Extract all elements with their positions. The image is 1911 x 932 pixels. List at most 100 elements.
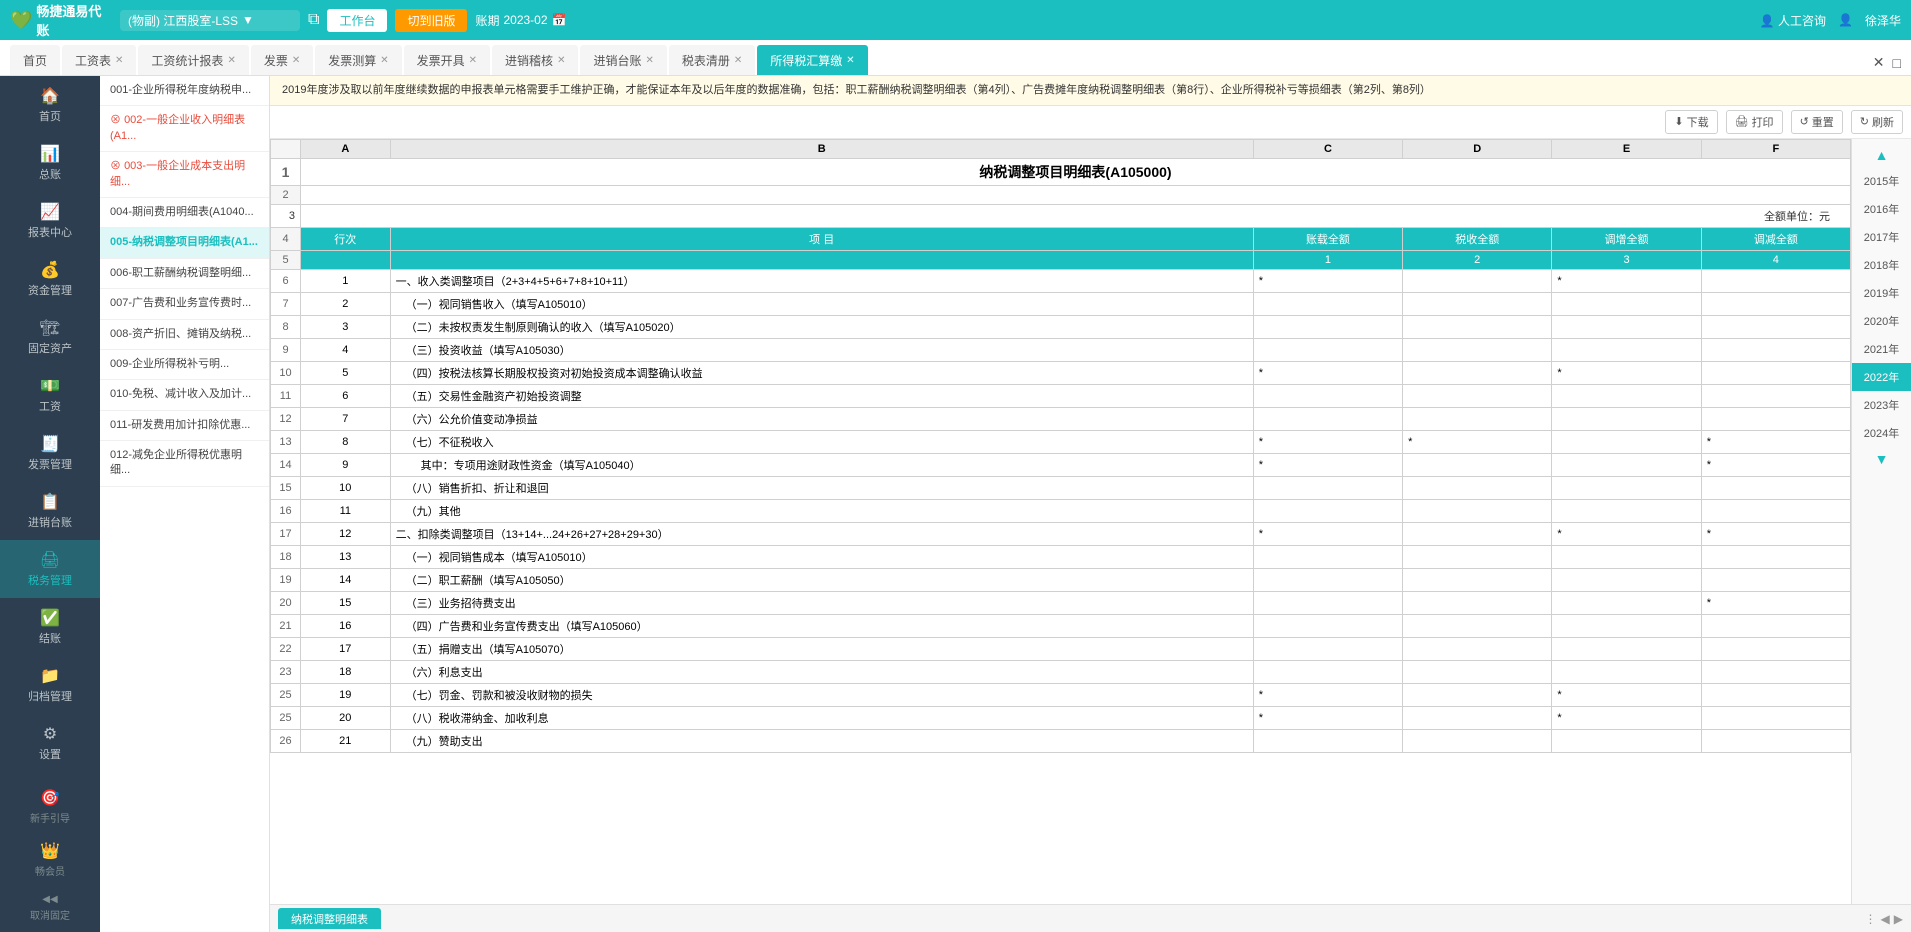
- item-13[interactable]: （一）视同销售成本（填写A105010）: [390, 545, 1253, 568]
- val-d-16[interactable]: [1403, 614, 1552, 637]
- sidebar-unpin-button[interactable]: ◀◀ 取消固定: [0, 886, 100, 930]
- val-f-14[interactable]: [1701, 568, 1850, 591]
- tab-income-tax-close[interactable]: ✕: [846, 55, 854, 66]
- tab-maximize-icon[interactable]: □: [1893, 55, 1901, 71]
- bottom-tab-detail[interactable]: 纳税调整明细表: [278, 908, 381, 929]
- val-e-12[interactable]: *: [1552, 522, 1701, 545]
- year-item-2022[interactable]: 2022年: [1852, 363, 1911, 391]
- item-15[interactable]: （三）业务招待费支出: [390, 591, 1253, 614]
- val-e-15[interactable]: [1552, 591, 1701, 614]
- year-item-2021[interactable]: 2021年: [1852, 335, 1911, 363]
- val-e-10[interactable]: [1552, 476, 1701, 499]
- year-item-2016[interactable]: 2016年: [1852, 195, 1911, 223]
- item-3[interactable]: （二）未按权责发生制原则确认的收入（填写A105020）: [390, 315, 1253, 338]
- sidebar-item-guide[interactable]: 🎯 新手引导: [0, 780, 100, 833]
- item-20[interactable]: （八）税收滞纳金、加收利息: [390, 706, 1253, 729]
- val-d-10[interactable]: [1403, 476, 1552, 499]
- tab-tax-table[interactable]: 税表清册 ✕: [669, 45, 755, 75]
- tab-payroll-close[interactable]: ✕: [115, 55, 123, 66]
- val-f-17[interactable]: [1701, 637, 1850, 660]
- item-17[interactable]: （五）捐赠支出（填写A105070）: [390, 637, 1253, 660]
- sidebar-item-invoice[interactable]: 🧾 发票管理: [0, 424, 100, 482]
- sidebar-item-member[interactable]: 👑 畅会员: [0, 833, 100, 886]
- val-d-17[interactable]: [1403, 637, 1552, 660]
- val-e-17[interactable]: [1552, 637, 1701, 660]
- tab-invoice-issue[interactable]: 发票开具 ✕: [404, 45, 490, 75]
- tab-purchase-check[interactable]: 进销稽核 ✕: [492, 45, 578, 75]
- val-d-7[interactable]: [1403, 407, 1552, 430]
- val-c-12[interactable]: *: [1253, 522, 1402, 545]
- company-selector[interactable]: (物副) 江西股室-LSS ▼: [120, 10, 300, 31]
- val-f-3[interactable]: [1701, 315, 1850, 338]
- val-e-14[interactable]: [1552, 568, 1701, 591]
- val-e-6[interactable]: [1552, 384, 1701, 407]
- val-c-7[interactable]: [1253, 407, 1402, 430]
- val-e-3[interactable]: [1552, 315, 1701, 338]
- tab-invoice-calc[interactable]: 发票测算 ✕: [315, 45, 401, 75]
- copy-btn[interactable]: ⧉: [308, 11, 319, 29]
- tab-home[interactable]: 首页: [10, 45, 60, 75]
- val-c-11[interactable]: [1253, 499, 1402, 522]
- year-nav-down[interactable]: ▼: [1852, 447, 1911, 471]
- val-c-9[interactable]: *: [1253, 453, 1402, 476]
- tab-payroll[interactable]: 工资表 ✕: [62, 45, 136, 75]
- val-d-21[interactable]: [1403, 729, 1552, 752]
- item-6[interactable]: （五）交易性金融资产初始投资调整: [390, 384, 1253, 407]
- print-button[interactable]: 🖨 打印: [1726, 110, 1783, 134]
- tab-invoice[interactable]: 发票 ✕: [251, 45, 313, 75]
- val-e-11[interactable]: [1552, 499, 1701, 522]
- sidebar-item-archive[interactable]: 📁 归档管理: [0, 656, 100, 714]
- val-f-18[interactable]: [1701, 660, 1850, 683]
- user-avatar[interactable]: 👤: [1838, 13, 1853, 27]
- item-18[interactable]: （六）利息支出: [390, 660, 1253, 683]
- item-5[interactable]: （四）按税法核算长期股权投资对初始投资成本调整确认收益: [390, 361, 1253, 384]
- val-e-1[interactable]: *: [1552, 269, 1701, 292]
- tab-income-tax[interactable]: 所得税汇算缴 ✕: [757, 45, 867, 75]
- item-8[interactable]: （七）不征税收入: [390, 430, 1253, 453]
- doc-list-item-005[interactable]: 005-纳税调整项目明细表(A1...: [100, 228, 269, 258]
- support-btn[interactable]: 👤 人工咨询: [1760, 12, 1826, 29]
- item-11[interactable]: （九）其他: [390, 499, 1253, 522]
- tab-tax-table-close[interactable]: ✕: [734, 55, 742, 66]
- refresh-button[interactable]: ↻ 刷新: [1851, 110, 1903, 134]
- switch-version-button[interactable]: 切到旧版: [395, 9, 467, 32]
- val-d-5[interactable]: [1403, 361, 1552, 384]
- val-f-12[interactable]: *: [1701, 522, 1850, 545]
- val-e-7[interactable]: [1552, 407, 1701, 430]
- item-9[interactable]: 其中：专项用途财政性资金（填写A105040）: [390, 453, 1253, 476]
- sidebar-item-close[interactable]: ✅ 结账: [0, 598, 100, 656]
- val-c-4[interactable]: [1253, 338, 1402, 361]
- item-21[interactable]: （九）赞助支出: [390, 729, 1253, 752]
- year-nav-up[interactable]: ▲: [1852, 143, 1911, 167]
- val-f-1[interactable]: [1701, 269, 1850, 292]
- doc-list-item-009[interactable]: 009-企业所得税补亏明...: [100, 350, 269, 380]
- val-f-19[interactable]: [1701, 683, 1850, 706]
- item-7[interactable]: （六）公允价值变动净损益: [390, 407, 1253, 430]
- doc-list-item-001[interactable]: 001-企业所得税年度纳税申...: [100, 76, 269, 106]
- val-c-14[interactable]: [1253, 568, 1402, 591]
- val-f-7[interactable]: [1701, 407, 1850, 430]
- sidebar-item-fund[interactable]: 💰 资金管理: [0, 250, 100, 308]
- doc-list-item-007[interactable]: 007-广告费和业务宣传费时...: [100, 289, 269, 319]
- val-c-13[interactable]: [1253, 545, 1402, 568]
- doc-list-item-002[interactable]: ⊗ 002-一般企业收入明细表(A1...: [100, 106, 269, 152]
- item-2[interactable]: （一）视同销售收入（填写A105010）: [390, 292, 1253, 315]
- table-wrapper[interactable]: A B C D E F 1 纳税调整项目明细表(A105000): [270, 139, 1851, 905]
- val-d-15[interactable]: [1403, 591, 1552, 614]
- reset-button[interactable]: ↺ 重置: [1791, 110, 1843, 134]
- val-e-20[interactable]: *: [1552, 706, 1701, 729]
- item-10[interactable]: （八）销售折扣、折让和退回: [390, 476, 1253, 499]
- val-d-1[interactable]: [1403, 269, 1552, 292]
- year-item-2018[interactable]: 2018年: [1852, 251, 1911, 279]
- val-e-2[interactable]: [1552, 292, 1701, 315]
- bottom-nav-prev[interactable]: ◀: [1881, 912, 1890, 926]
- tab-minimize-icon[interactable]: ✕: [1873, 54, 1885, 71]
- val-e-21[interactable]: [1552, 729, 1701, 752]
- val-f-10[interactable]: [1701, 476, 1850, 499]
- sidebar-item-home[interactable]: 🏠 首页: [0, 76, 100, 134]
- val-d-20[interactable]: [1403, 706, 1552, 729]
- val-d-11[interactable]: [1403, 499, 1552, 522]
- val-c-19[interactable]: *: [1253, 683, 1402, 706]
- val-c-18[interactable]: [1253, 660, 1402, 683]
- workbench-button[interactable]: 工作台: [327, 9, 387, 32]
